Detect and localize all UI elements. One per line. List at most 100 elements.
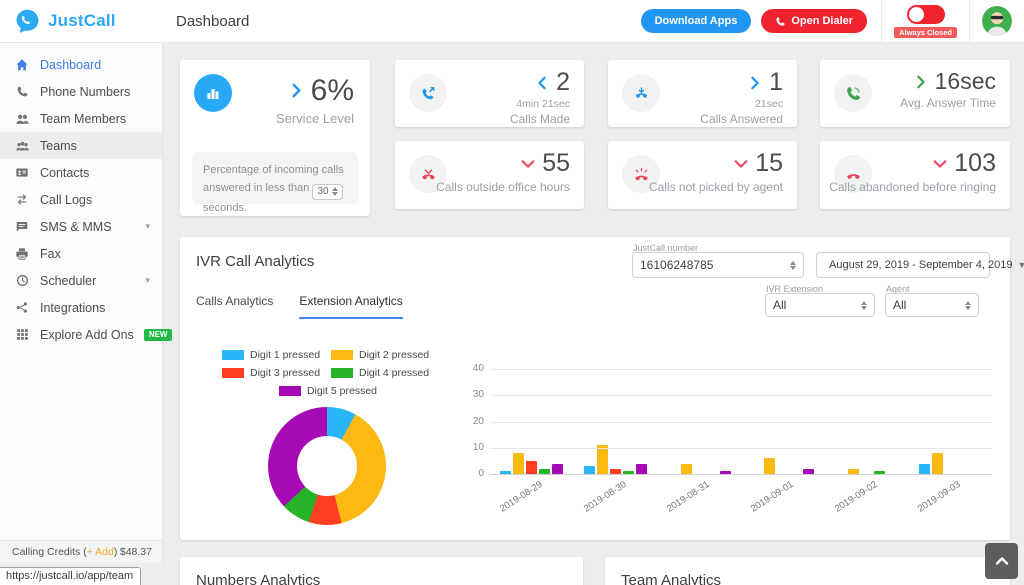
avatar-image: [982, 6, 1012, 36]
ivr-extension-value: All: [773, 298, 787, 312]
y-axis-tick: 0: [478, 468, 484, 479]
sidebar-item-label: Teams: [40, 138, 77, 153]
numbers-analytics-title: Numbers Analytics: [196, 572, 321, 585]
x-axis-tick: 2019-09-01: [748, 479, 796, 515]
y-axis-tick: 20: [472, 415, 484, 427]
trend-down-icon: [521, 157, 535, 171]
add-credits-link[interactable]: + Add: [87, 546, 114, 558]
bar-group: [574, 341, 658, 474]
trend-down-icon: [734, 157, 748, 171]
legend-swatch: [222, 350, 244, 360]
grid-icon: [14, 328, 30, 341]
sidebar-item-explore-add-ons[interactable]: Explore Add Ons NEW: [0, 321, 173, 348]
service-level-card: 6% Service Level Percentage of incoming …: [180, 60, 370, 216]
sidebar-item-scheduler[interactable]: Scheduler ▾: [0, 267, 162, 294]
legend-swatch: [222, 368, 244, 378]
sidebar-item-contacts[interactable]: Contacts: [0, 159, 162, 186]
justcall-logo-icon: [16, 9, 39, 33]
calls-made-duration: 4min 21sec: [516, 97, 570, 110]
sidebar-nav: Dashboard Phone Numbers Team Members Tea…: [0, 43, 173, 540]
y-axis-tick: 10: [472, 441, 484, 453]
chevron-up-icon: [995, 557, 1008, 565]
bar-plot: 40 30 20 10 0: [462, 341, 998, 479]
sidebar-item-label: Fax: [40, 246, 61, 261]
message-icon: [14, 220, 30, 233]
trend-right-icon: [914, 75, 928, 89]
ivr-extension-select[interactable]: All: [765, 293, 875, 317]
availability-status-badge: Always Closed: [894, 26, 957, 38]
home-icon: [14, 58, 30, 72]
open-dialer-button[interactable]: Open Dialer: [761, 9, 868, 33]
legend-swatch: [331, 350, 353, 360]
tab-calls-analytics[interactable]: Calls Analytics: [196, 294, 273, 319]
legend-item: Digit 4 pressed: [331, 367, 434, 379]
new-badge: NEW: [143, 328, 173, 341]
bar-group: [741, 341, 825, 474]
stepper-arrows-icon: [790, 260, 796, 270]
team-analytics-panel: Team Analytics: [605, 557, 1010, 585]
x-axis-tick: 2019-09-03: [916, 479, 963, 515]
download-apps-button[interactable]: Download Apps: [640, 9, 752, 33]
bar-group: [825, 341, 909, 474]
trend-up-icon: [289, 83, 304, 98]
sidebar-item-teams[interactable]: Teams: [0, 132, 162, 159]
legend-swatch: [278, 386, 301, 396]
sidebar-item-integrations[interactable]: Integrations: [0, 294, 162, 321]
contact-card-icon: [14, 166, 30, 179]
bar-group: [657, 341, 741, 474]
brand-logo[interactable]: JustCall: [0, 8, 163, 35]
agent-value: All: [893, 298, 907, 312]
agent-select[interactable]: All: [885, 293, 979, 317]
calls-answered-card: 1 21sec Calls Answered: [608, 60, 797, 127]
clock-icon: [14, 274, 30, 287]
calls-abandoned-card: 103 Calls abandoned before ringing: [820, 141, 1010, 209]
legend-swatch: [331, 368, 353, 378]
sidebar-item-label: Explore Add Ons: [40, 327, 134, 342]
seconds-stepper[interactable]: 30: [312, 183, 343, 200]
sidebar-item-dashboard[interactable]: Dashboard: [0, 51, 162, 78]
bar: [764, 458, 776, 474]
scroll-to-top-button[interactable]: [985, 543, 1018, 579]
service-level-note: Percentage of incoming calls answered in…: [192, 152, 358, 214]
bar: [526, 460, 538, 474]
calling-credits-bar: Calling Credits (+ Add) $48.37: [0, 540, 163, 563]
caret-down-icon: ▼: [1017, 260, 1024, 270]
stepper-arrows-icon: [861, 300, 867, 310]
calls-outside-label: Calls outside office hours: [436, 179, 570, 194]
calls-answered-value: 1: [769, 68, 783, 96]
sidebar-item-fax[interactable]: Fax: [0, 240, 162, 267]
bar: [513, 453, 525, 474]
sidebar-item-label: Scheduler: [40, 273, 97, 288]
sidebar-item-team-members[interactable]: Team Members: [0, 105, 162, 132]
trend-right-icon: [748, 76, 762, 90]
sidebar-item-sms-mms[interactable]: SMS & MMS ▾: [0, 213, 162, 240]
fax-icon: [14, 247, 30, 261]
sidebar-item-label: Contacts: [40, 165, 90, 180]
calls-outside-office-hours-card: 55 Calls outside office hours: [395, 141, 584, 209]
incoming-call-icon: [622, 74, 660, 112]
sidebar-item-phone-numbers[interactable]: Phone Numbers: [0, 78, 162, 105]
calls-not-picked-label: Calls not picked by agent: [648, 179, 783, 194]
stepper-arrows-icon: [965, 300, 971, 310]
calls-not-picked-card: 15 Calls not picked by agent: [608, 141, 797, 209]
bar: [597, 445, 608, 474]
donut-chart: [268, 407, 386, 525]
tab-extension-analytics[interactable]: Extension Analytics: [299, 294, 403, 319]
date-range-picker[interactable]: August 29, 2019 - September 4, 2019 ▼: [816, 252, 1024, 278]
sidebar-item-label: Call Logs: [40, 192, 93, 207]
justcall-number-select[interactable]: 16106248785: [632, 252, 804, 278]
service-level-label: Service Level: [275, 111, 354, 126]
gridline: [490, 447, 992, 449]
bar: [931, 453, 943, 474]
calls-answered-duration: 21sec: [754, 97, 783, 110]
calls-made-label: Calls Made: [509, 111, 570, 126]
availability-toggle[interactable]: [906, 4, 945, 24]
x-axis-tick: 2019-08-29: [497, 479, 545, 515]
user-avatar[interactable]: [982, 6, 1012, 36]
sidebar-item-call-logs[interactable]: Call Logs: [0, 186, 162, 213]
gridline: [490, 369, 992, 370]
brand-name: JustCall: [48, 11, 116, 30]
phone-icon: [14, 85, 30, 98]
people-icon: [14, 112, 30, 126]
calls-abandoned-label: Calls abandoned before ringing: [829, 179, 996, 194]
